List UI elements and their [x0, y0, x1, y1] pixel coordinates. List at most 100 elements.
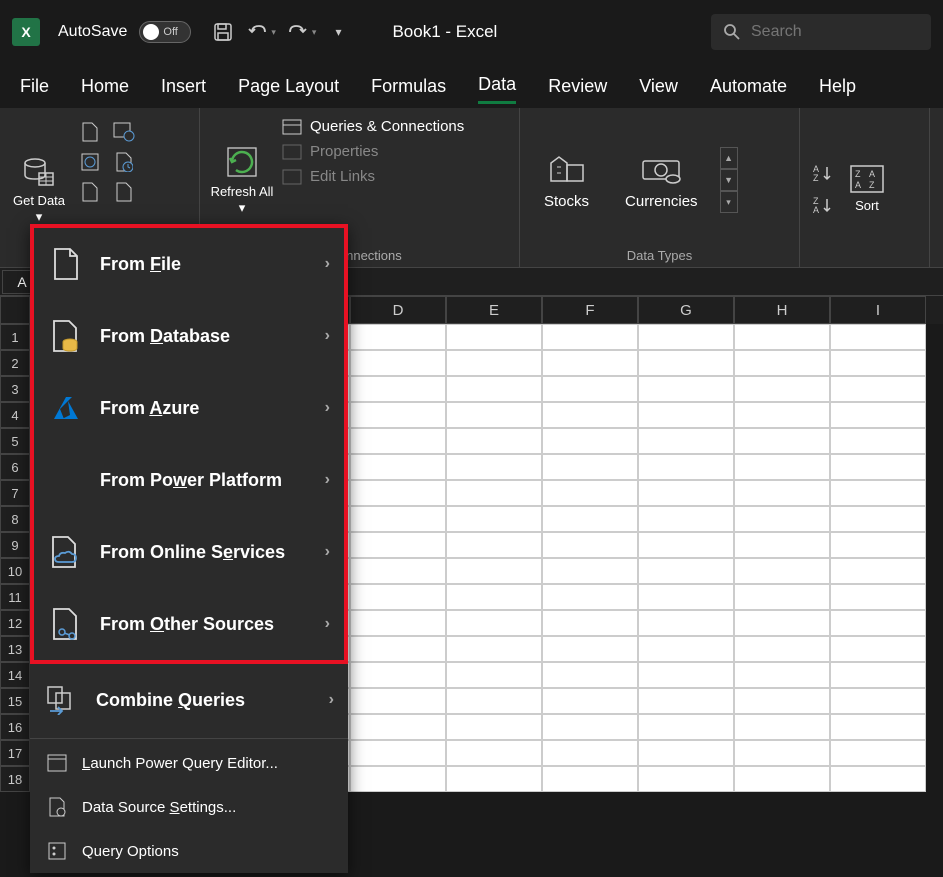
- search-box[interactable]: [711, 14, 931, 50]
- menu-from-file[interactable]: From File ›: [34, 228, 344, 300]
- cell[interactable]: [446, 454, 542, 480]
- cell[interactable]: [446, 662, 542, 688]
- autosave-toggle[interactable]: Off: [139, 21, 191, 43]
- cell[interactable]: [830, 558, 926, 584]
- cell[interactable]: [542, 532, 638, 558]
- cell[interactable]: [446, 350, 542, 376]
- cell[interactable]: [446, 532, 542, 558]
- tab-help[interactable]: Help: [819, 70, 856, 103]
- cell[interactable]: [638, 428, 734, 454]
- column-header[interactable]: F: [542, 296, 638, 324]
- cell[interactable]: [734, 610, 830, 636]
- cell[interactable]: [350, 636, 446, 662]
- cell[interactable]: [638, 584, 734, 610]
- sort-button[interactable]: ZAAZ Sort: [842, 164, 892, 214]
- cell[interactable]: [830, 662, 926, 688]
- save-button[interactable]: [211, 20, 235, 44]
- cell[interactable]: [638, 740, 734, 766]
- column-header[interactable]: D: [350, 296, 446, 324]
- row-header[interactable]: 17: [0, 740, 30, 766]
- cell[interactable]: [638, 558, 734, 584]
- row-header[interactable]: 16: [0, 714, 30, 740]
- cell[interactable]: [350, 376, 446, 402]
- row-header[interactable]: 4: [0, 402, 30, 428]
- cell[interactable]: [830, 506, 926, 532]
- search-input[interactable]: [751, 23, 943, 41]
- row-header[interactable]: 1: [0, 324, 30, 350]
- from-web-button[interactable]: [110, 120, 138, 144]
- cell[interactable]: [350, 558, 446, 584]
- cell[interactable]: [542, 454, 638, 480]
- cell[interactable]: [350, 740, 446, 766]
- cell[interactable]: [350, 766, 446, 792]
- queries-connections-button[interactable]: Queries & Connections: [282, 118, 464, 135]
- cell[interactable]: [734, 714, 830, 740]
- cell[interactable]: [734, 350, 830, 376]
- datatypes-expand[interactable]: ▾: [720, 191, 738, 213]
- stocks-button[interactable]: Stocks: [530, 151, 603, 210]
- column-header[interactable]: H: [734, 296, 830, 324]
- row-header[interactable]: 15: [0, 688, 30, 714]
- cell[interactable]: [542, 402, 638, 428]
- cell[interactable]: [830, 454, 926, 480]
- cell[interactable]: [734, 740, 830, 766]
- cell[interactable]: [542, 350, 638, 376]
- cell[interactable]: [350, 714, 446, 740]
- cell[interactable]: [830, 610, 926, 636]
- cell[interactable]: [830, 376, 926, 402]
- cell[interactable]: [638, 376, 734, 402]
- cell[interactable]: [830, 350, 926, 376]
- cell[interactable]: [734, 506, 830, 532]
- row-header[interactable]: 10: [0, 558, 30, 584]
- cell[interactable]: [734, 402, 830, 428]
- cell[interactable]: [734, 532, 830, 558]
- redo-dropdown-icon[interactable]: ▾: [312, 27, 317, 38]
- sort-asc-button[interactable]: AZ: [810, 161, 834, 185]
- cell[interactable]: [830, 532, 926, 558]
- customize-qat-button[interactable]: ▾: [326, 20, 350, 44]
- cell[interactable]: [638, 324, 734, 350]
- row-header[interactable]: 3: [0, 376, 30, 402]
- cell[interactable]: [638, 402, 734, 428]
- cell[interactable]: [638, 506, 734, 532]
- row-header[interactable]: 8: [0, 506, 30, 532]
- tab-view[interactable]: View: [639, 70, 678, 103]
- row-header[interactable]: 11: [0, 584, 30, 610]
- menu-from-other-sources[interactable]: From Other Sources ›: [34, 588, 344, 660]
- cell[interactable]: [734, 376, 830, 402]
- recent-sources-button[interactable]: [110, 150, 138, 174]
- cell[interactable]: [542, 584, 638, 610]
- cell[interactable]: [734, 324, 830, 350]
- cell[interactable]: [542, 506, 638, 532]
- row-header[interactable]: 5: [0, 428, 30, 454]
- cell[interactable]: [734, 584, 830, 610]
- cell[interactable]: [350, 324, 446, 350]
- edit-links-button[interactable]: Edit Links: [282, 168, 464, 185]
- tab-formulas[interactable]: Formulas: [371, 70, 446, 103]
- select-all-corner[interactable]: [0, 296, 30, 324]
- cell[interactable]: [446, 740, 542, 766]
- menu-data-source-settings[interactable]: Data Source Settings...: [30, 785, 348, 829]
- cell[interactable]: [830, 688, 926, 714]
- cell[interactable]: [542, 480, 638, 506]
- cell[interactable]: [638, 714, 734, 740]
- cell[interactable]: [350, 584, 446, 610]
- cell[interactable]: [830, 402, 926, 428]
- existing-connections-button[interactable]: [76, 180, 104, 204]
- datatypes-scroll-down[interactable]: ▼: [720, 169, 738, 191]
- sort-desc-button[interactable]: ZA: [810, 193, 834, 217]
- cell[interactable]: [734, 428, 830, 454]
- menu-from-database[interactable]: From Database ›: [34, 300, 344, 372]
- cell[interactable]: [638, 350, 734, 376]
- cell[interactable]: [446, 688, 542, 714]
- cell[interactable]: [542, 636, 638, 662]
- cell[interactable]: [638, 480, 734, 506]
- from-text-csv-button[interactable]: [76, 120, 104, 144]
- cell[interactable]: [734, 766, 830, 792]
- cell[interactable]: [446, 324, 542, 350]
- menu-from-azure[interactable]: From Azure ›: [34, 372, 344, 444]
- datatypes-scroll-up[interactable]: ▲: [720, 147, 738, 169]
- tab-automate[interactable]: Automate: [710, 70, 787, 103]
- cell[interactable]: [350, 506, 446, 532]
- cell[interactable]: [446, 506, 542, 532]
